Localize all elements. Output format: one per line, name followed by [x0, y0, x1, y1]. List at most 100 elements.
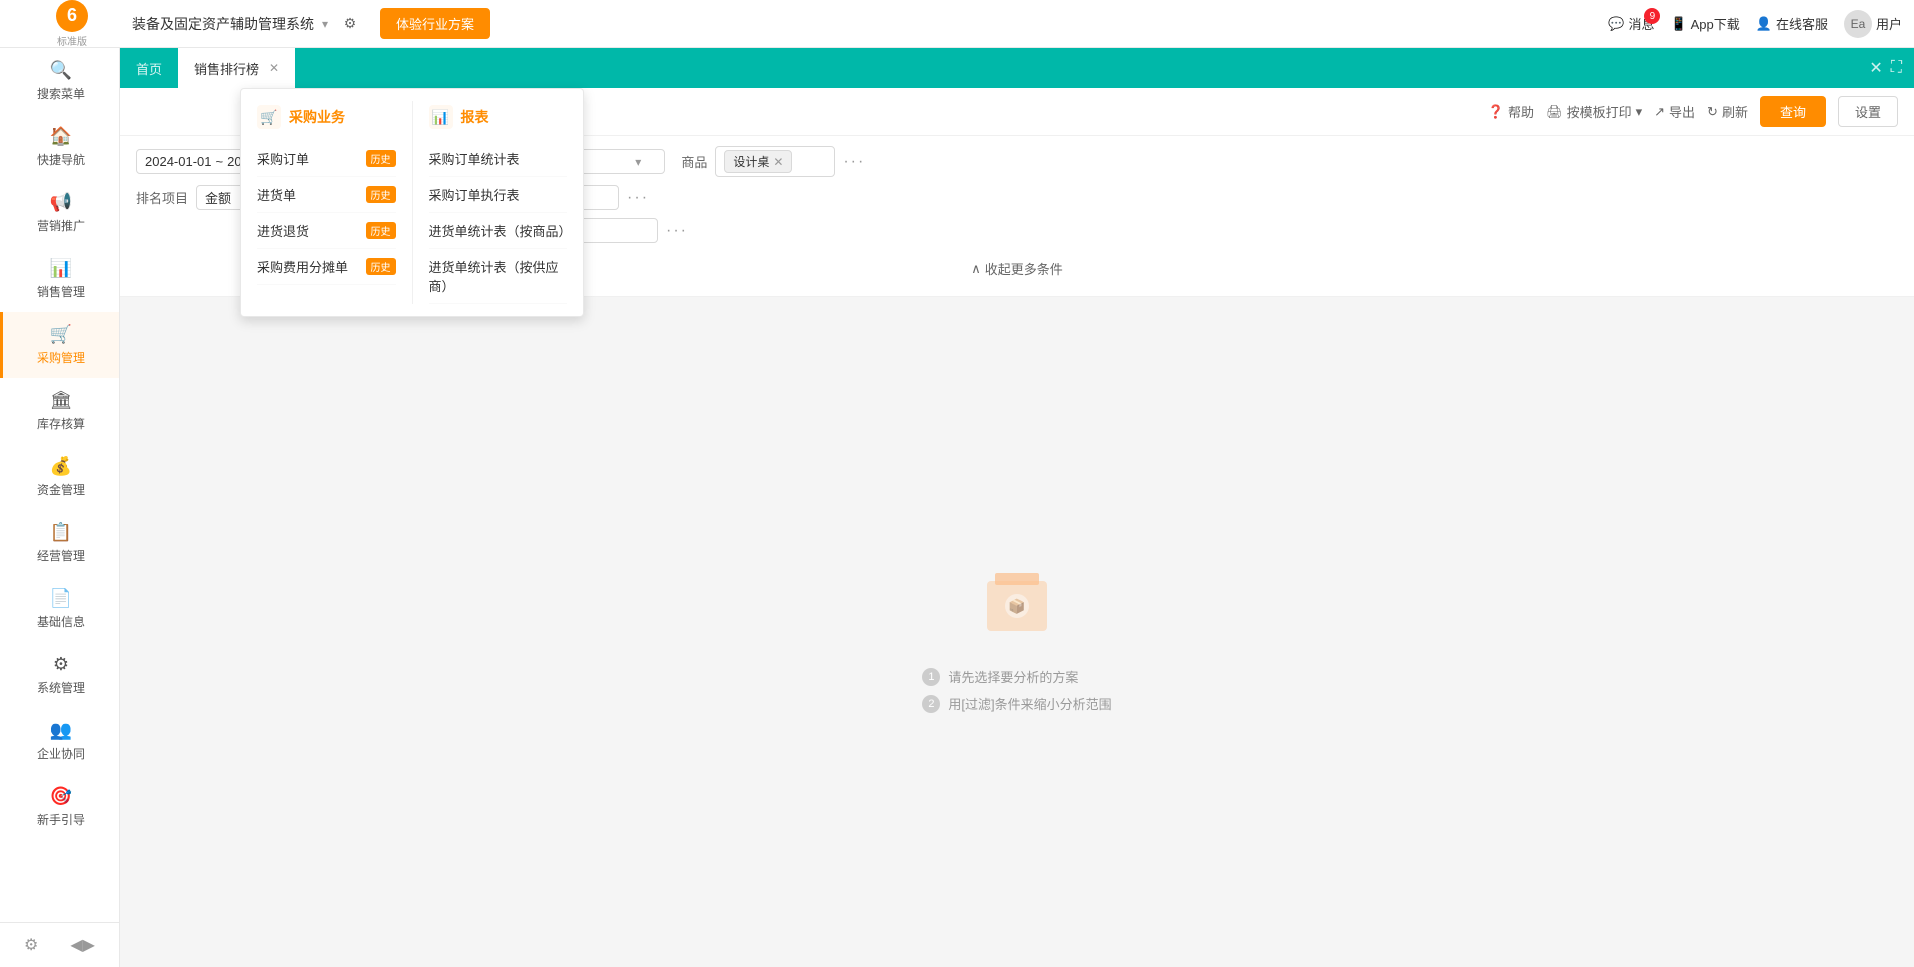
sidebar-item-enterprise[interactable]: 👥 企业协同: [0, 708, 119, 774]
help-btn[interactable]: ❓ 帮助: [1488, 102, 1534, 121]
logo-area: 6 标准版: [12, 0, 132, 48]
inventory-icon: 🏛: [50, 390, 73, 411]
logo-subtitle: 标准版: [57, 33, 87, 48]
sidebar-item-finance-label: 资金管理: [37, 481, 85, 498]
tip-num-2: 2: [922, 695, 940, 713]
message-icon: 💬: [1608, 16, 1624, 32]
dropdown-item-inbound-by-goods[interactable]: 进货单统计表（按商品）: [429, 213, 568, 249]
sidebar-item-basicinfo-label: 基础信息: [37, 613, 85, 630]
tab-home[interactable]: 首页: [120, 48, 178, 88]
dropdown-item-purchase-exec[interactable]: 采购订单执行表: [429, 177, 568, 213]
sidebar-item-finance[interactable]: 💰 资金管理: [0, 444, 119, 510]
tab-bar-right: ✕ ⛶: [1869, 58, 1914, 78]
tab-home-label: 首页: [136, 59, 162, 78]
dropdown-item-purchase-order-label: 采购订单: [257, 149, 309, 168]
sidebar-item-enterprise-label: 企业协同: [37, 745, 85, 762]
sidebar-item-marketing[interactable]: 📢 营销推广: [0, 180, 119, 246]
sidebar-item-purchase-label: 采购管理: [37, 349, 85, 366]
sidebar-item-search[interactable]: 🔍 搜索菜单: [0, 48, 119, 114]
dropdown-item-return[interactable]: 进货退货 历史: [257, 213, 396, 249]
sidebar-item-basic-info[interactable]: 📄 基础信息: [0, 576, 119, 642]
user-btn[interactable]: Ea 用户: [1844, 10, 1902, 38]
system-title-dropdown-icon[interactable]: ▾: [322, 17, 328, 31]
salesperson-more-btn[interactable]: ···: [627, 189, 649, 207]
user-label: 用户: [1876, 14, 1902, 33]
dropdown-item-return-label: 进货退货: [257, 221, 309, 240]
sidebar-item-sales[interactable]: 📊 销售管理: [0, 246, 119, 312]
industry-btn[interactable]: 体验行业方案: [380, 8, 490, 39]
inbound-history-badge: 历史: [366, 186, 396, 203]
tab-close-icon[interactable]: ✕: [269, 61, 279, 75]
dropdown-item-inbound-by-supplier-label: 进货单统计表（按供应商）: [429, 257, 568, 295]
app-download-btn[interactable]: 📱 App下载: [1670, 14, 1739, 33]
refresh-btn[interactable]: ↻ 刷新: [1707, 102, 1748, 121]
dropdown-purchase-title: 采购业务: [289, 107, 345, 127]
empty-tip-1-text: 请先选择要分析的方案: [948, 667, 1078, 686]
dropdown-item-expense[interactable]: 采购费用分摊单 历史: [257, 249, 396, 285]
top-header: 6 标准版 装备及固定资产辅助管理系统 ▾ ⚙ 体验行业方案 💬 消息 9 📱 …: [0, 0, 1914, 48]
main-layout: 🔍 搜索菜单 🏠 快捷导航 📢 营销推广 📊 销售管理 🛒 采购管理 🏛 库存核…: [0, 48, 1914, 967]
dropdown-item-purchase-order[interactable]: 采购订单 历史: [257, 141, 396, 177]
report-header-icon: 📊: [429, 105, 453, 129]
guide-icon: 🎯: [50, 786, 72, 807]
dropdown-item-expense-label: 采购费用分摊单: [257, 257, 348, 276]
sidebar-item-inventory[interactable]: 🏛 库存核算: [0, 378, 119, 444]
avatar: Ea: [1844, 10, 1872, 38]
dropdown-item-inbound-label: 进货单: [257, 185, 296, 204]
finance-icon: 💰: [50, 456, 72, 477]
basic-info-icon: 📄: [50, 588, 72, 609]
export-btn[interactable]: ↗ 导出: [1654, 102, 1695, 121]
system-settings-icon[interactable]: ⚙: [336, 10, 364, 38]
query-btn[interactable]: 查询: [1760, 96, 1826, 127]
sidebar-item-purchase[interactable]: 🛒 采购管理: [0, 312, 119, 378]
content-area: 首页 销售排行榜 ✕ ✕ ⛶ ❓ 帮助 🖨 按模板打印 ▾: [120, 48, 1914, 967]
help-icon: ❓: [1488, 104, 1504, 120]
dropdown-item-purchase-exec-label: 采购订单执行表: [429, 185, 520, 204]
customer-more-btn[interactable]: ···: [666, 222, 688, 240]
goods-tag-close-icon[interactable]: ✕: [773, 155, 783, 169]
header-right: 💬 消息 9 📱 App下载 👤 在线客服 Ea 用户: [1608, 10, 1902, 38]
print-label: 按模板打印: [1567, 102, 1632, 121]
system-title-area: 装备及固定资产辅助管理系统 ▾ ⚙ 体验行业方案: [132, 8, 1608, 39]
operations-icon: 📋: [50, 522, 72, 543]
toolbar-right: ❓ 帮助 🖨 按模板打印 ▾ ↗ 导出 ↻ 刷新 查询 设置: [1488, 96, 1898, 127]
svg-text:📦: 📦: [1008, 598, 1025, 615]
dropdown-item-purchase-stat[interactable]: 采购订单统计表: [429, 141, 568, 177]
sidebar-item-guide[interactable]: 🎯 新手引导: [0, 774, 119, 840]
collapse-up-icon: ∧: [971, 261, 981, 277]
sidebar-item-marketing-label: 营销推广: [37, 217, 85, 234]
export-label: 导出: [1669, 102, 1695, 121]
sidebar-item-guide-label: 新手引导: [37, 811, 85, 828]
message-badge: 9: [1644, 8, 1660, 24]
tab-window-expand-icon[interactable]: ⛶: [1891, 59, 1902, 77]
sidebar-item-quick-nav[interactable]: 🏠 快捷导航: [0, 114, 119, 180]
empty-state: 📦 1 请先选择要分析的方案 2 用[过滤]条件来缩小分析范围: [120, 297, 1914, 967]
goods-tag: 设计桌 ✕: [724, 150, 792, 173]
dropdown-item-inbound[interactable]: 进货单 历史: [257, 177, 396, 213]
sidebar-item-sales-label: 销售管理: [37, 283, 85, 300]
online-service-btn[interactable]: 👤 在线客服: [1756, 14, 1828, 33]
dropdown-item-inbound-by-supplier[interactable]: 进货单统计表（按供应商）: [429, 249, 568, 304]
system-icon: ⚙: [53, 654, 69, 675]
dropdown-report-col: 📊 报表 采购订单统计表 采购订单执行表 进货单统计表（按商品） 进货单统计表（…: [412, 101, 584, 304]
message-btn[interactable]: 💬 消息 9: [1608, 14, 1654, 33]
empty-tip-2-text: 用[过滤]条件来缩小分析范围: [948, 694, 1111, 713]
sidebar-bottom: ⚙ ◀▶: [0, 922, 119, 967]
print-arrow-icon: ▾: [1636, 104, 1643, 120]
purchase-icon: 🛒: [50, 324, 72, 345]
home-icon: 🏠: [50, 126, 72, 147]
sidebar-item-operations[interactable]: 📋 经营管理: [0, 510, 119, 576]
sidebar-item-system[interactable]: ⚙ 系统管理: [0, 642, 119, 708]
print-btn[interactable]: 🖨 按模板打印 ▾: [1546, 102, 1642, 121]
tab-sales-rank[interactable]: 销售排行榜 ✕: [178, 48, 295, 88]
logo-icon: 6: [56, 0, 88, 32]
sidebar-collapse-btn[interactable]: ◀▶: [70, 935, 95, 955]
settings-btn[interactable]: 设置: [1838, 96, 1898, 127]
sidebar-settings-btn[interactable]: ⚙: [24, 935, 38, 955]
empty-illustration: 📦: [967, 551, 1067, 651]
search-icon: 🔍: [50, 60, 72, 81]
refresh-label: 刷新: [1722, 102, 1748, 121]
goods-more-btn[interactable]: ···: [843, 153, 865, 171]
tab-window-close-icon[interactable]: ✕: [1869, 58, 1882, 78]
marketing-icon: 📢: [50, 192, 72, 213]
